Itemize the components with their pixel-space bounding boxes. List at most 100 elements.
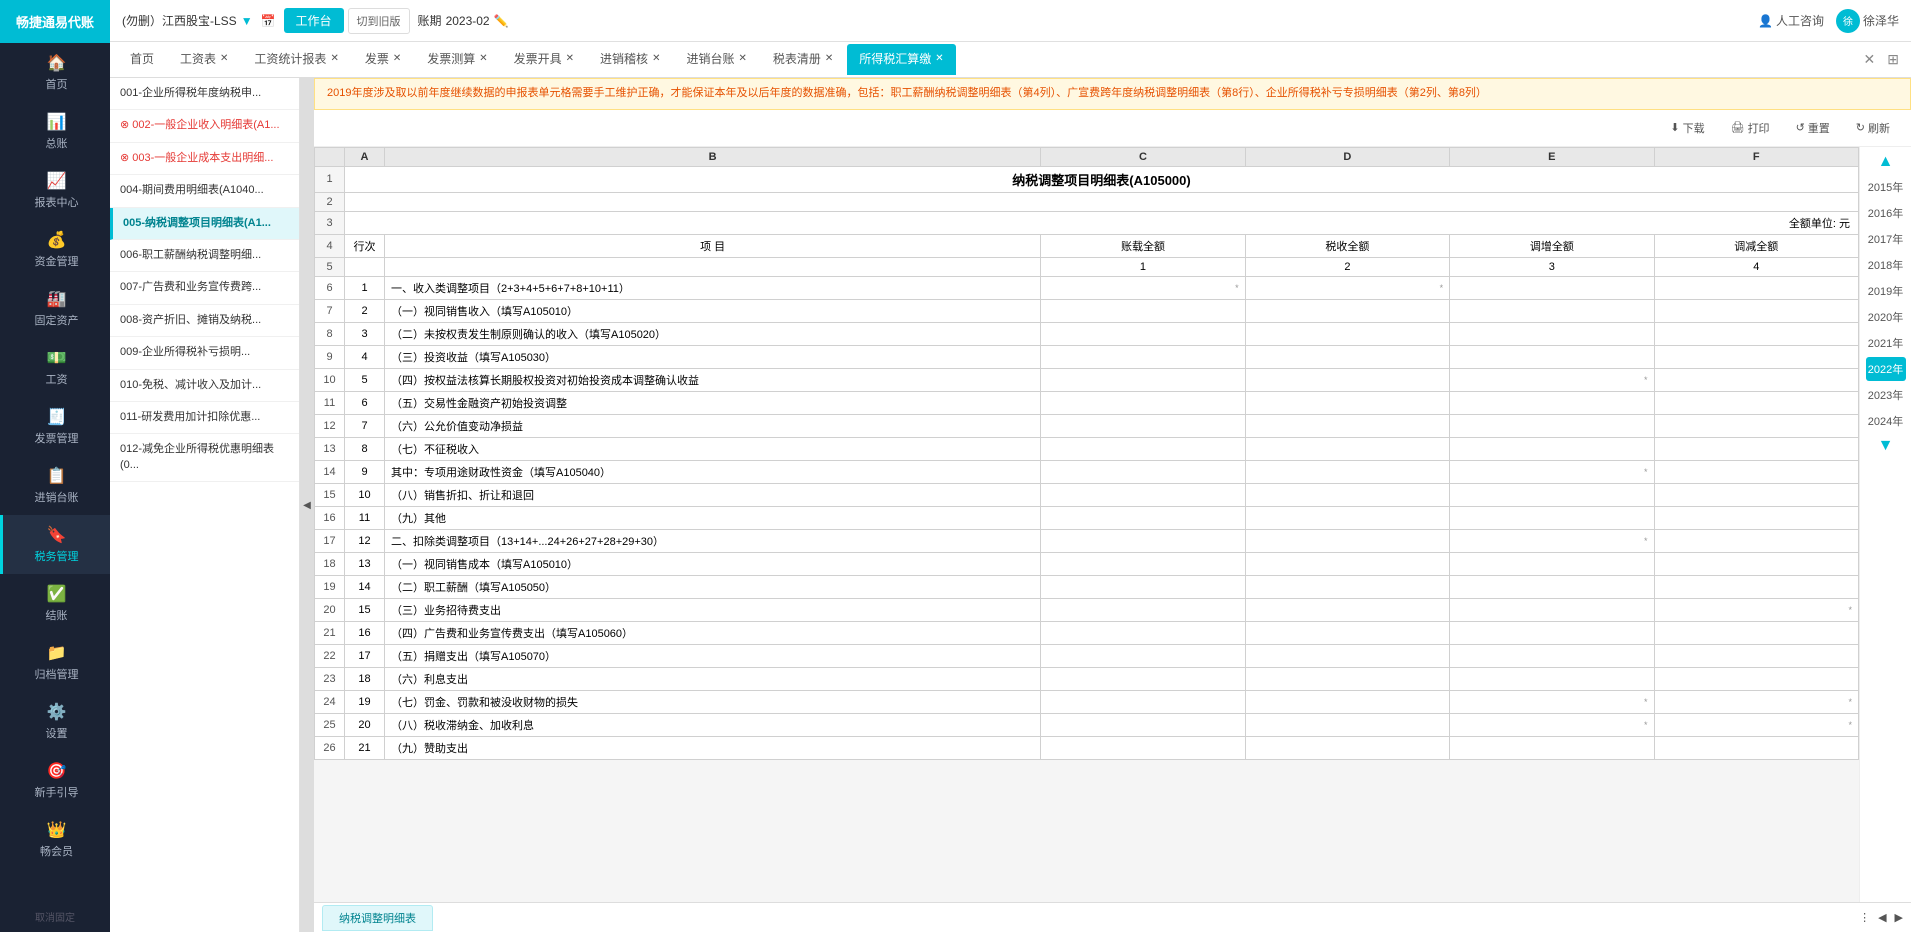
row-v2[interactable] — [1245, 391, 1449, 414]
year-btn-2024年[interactable]: 2024年 — [1866, 409, 1906, 433]
year-btn-2022年[interactable]: 2022年 — [1866, 357, 1906, 381]
row-v4[interactable] — [1654, 529, 1858, 552]
year-btn-2015年[interactable]: 2015年 — [1866, 175, 1906, 199]
row-v1[interactable] — [1041, 299, 1245, 322]
year-btn-2016年[interactable]: 2016年 — [1866, 201, 1906, 225]
row-v3[interactable]: * — [1450, 368, 1654, 391]
row-v3[interactable] — [1450, 667, 1654, 690]
row-v4[interactable] — [1654, 345, 1858, 368]
row-v3[interactable] — [1450, 299, 1654, 322]
left-panel-item-011[interactable]: 011-研发费用加计扣除优惠... — [110, 402, 299, 434]
sidebar-item-settlement[interactable]: ✅结账 — [0, 574, 110, 633]
row-v4[interactable] — [1654, 391, 1858, 414]
row-v3[interactable] — [1450, 345, 1654, 368]
left-panel-item-004[interactable]: 004-期间费用明细表(A1040... — [110, 175, 299, 207]
sidebar-item-ledger[interactable]: 📊总账 — [0, 102, 110, 161]
row-v1[interactable] — [1041, 575, 1245, 598]
row-v1[interactable] — [1041, 506, 1245, 529]
row-v4[interactable] — [1654, 414, 1858, 437]
row-v3[interactable] — [1450, 575, 1654, 598]
row-v3[interactable] — [1450, 483, 1654, 506]
row-v2[interactable] — [1245, 437, 1449, 460]
app-logo[interactable]: 畅捷通易代账 — [0, 0, 110, 43]
year-nav-up[interactable]: ▲ — [1876, 151, 1896, 173]
row-v3[interactable] — [1450, 644, 1654, 667]
sidebar-item-salary[interactable]: 💵工资 — [0, 338, 110, 397]
row-v3[interactable] — [1450, 506, 1654, 529]
sidebar-item-vip[interactable]: 👑畅会员 — [0, 810, 110, 869]
row-v4[interactable] — [1654, 460, 1858, 483]
row-v3[interactable] — [1450, 437, 1654, 460]
sidebar-footer[interactable]: 取消固定 — [0, 901, 110, 932]
row-v4[interactable] — [1654, 736, 1858, 759]
sidebar-item-settings[interactable]: ⚙️设置 — [0, 692, 110, 751]
row-v2[interactable] — [1245, 552, 1449, 575]
sidebar-item-tax[interactable]: 🔖税务管理 — [0, 515, 110, 574]
tab-4[interactable]: 发票测算✕ — [415, 44, 499, 75]
sheet-tab-button[interactable]: 纳税调整明细表 — [322, 905, 433, 931]
download-button[interactable]: ⬇ 下载 — [1661, 116, 1713, 140]
row-v2[interactable] — [1245, 414, 1449, 437]
row-v2[interactable] — [1245, 529, 1449, 552]
year-btn-2023年[interactable]: 2023年 — [1866, 383, 1906, 407]
row-v2[interactable] — [1245, 460, 1449, 483]
scroll-left-icon[interactable]: ◀ — [1878, 911, 1886, 924]
row-v1[interactable] — [1041, 598, 1245, 621]
row-v4[interactable] — [1654, 621, 1858, 644]
sidebar-item-home[interactable]: 🏠首页 — [0, 43, 110, 102]
left-panel-item-001[interactable]: 001-企业所得税年度纳税申... — [110, 78, 299, 110]
tab-1[interactable]: 工资表✕ — [168, 44, 240, 75]
tab-7[interactable]: 进销台账✕ — [674, 44, 758, 75]
row-v2[interactable] — [1245, 575, 1449, 598]
row-v3[interactable]: * — [1450, 713, 1654, 736]
row-v1[interactable]: * — [1041, 276, 1245, 299]
tab-close-icon[interactable]: ✕ — [652, 53, 660, 64]
left-panel-item-003[interactable]: ⊗003-一般企业成本支出明细... — [110, 143, 299, 175]
row-v1[interactable] — [1041, 368, 1245, 391]
tab-close-icon[interactable]: ✕ — [566, 53, 574, 64]
period-edit-icon[interactable]: ✏️ — [494, 14, 509, 28]
expand-tab-button[interactable]: ⊞ — [1883, 49, 1903, 70]
row-v2[interactable] — [1245, 644, 1449, 667]
row-v1[interactable] — [1041, 391, 1245, 414]
row-v2[interactable] — [1245, 598, 1449, 621]
collapse-button[interactable]: ◀ — [300, 78, 314, 932]
row-v2[interactable] — [1245, 621, 1449, 644]
row-v3[interactable] — [1450, 598, 1654, 621]
row-v1[interactable] — [1041, 713, 1245, 736]
row-v3[interactable] — [1450, 621, 1654, 644]
row-v4[interactable] — [1654, 667, 1858, 690]
user-service[interactable]: 👤 人工咨询 — [1758, 12, 1824, 29]
row-v4[interactable]: * — [1654, 598, 1858, 621]
row-v2[interactable] — [1245, 299, 1449, 322]
row-v4[interactable] — [1654, 276, 1858, 299]
row-v4[interactable] — [1654, 506, 1858, 529]
sidebar-item-guide[interactable]: 🎯新手引导 — [0, 751, 110, 810]
row-v3[interactable]: * — [1450, 460, 1654, 483]
company-dropdown-icon[interactable]: ▼ — [241, 14, 253, 28]
row-v2[interactable] — [1245, 506, 1449, 529]
tab-close-icon[interactable]: ✕ — [935, 53, 943, 64]
row-v4[interactable] — [1654, 437, 1858, 460]
tab-2[interactable]: 工资统计报表✕ — [242, 44, 350, 75]
row-v4[interactable] — [1654, 552, 1858, 575]
row-v1[interactable] — [1041, 552, 1245, 575]
scroll-right-icon[interactable]: ▶ — [1895, 911, 1903, 924]
row-v1[interactable] — [1041, 667, 1245, 690]
row-v4[interactable]: * — [1654, 690, 1858, 713]
tab-0[interactable]: 首页 — [118, 44, 166, 75]
left-panel-item-006[interactable]: 006-职工薪酬纳税调整明细... — [110, 240, 299, 272]
sidebar-item-archive[interactable]: 📁归档管理 — [0, 633, 110, 692]
row-v3[interactable] — [1450, 322, 1654, 345]
sidebar-item-fixed[interactable]: 🏭固定资产 — [0, 279, 110, 338]
tab-5[interactable]: 发票开具✕ — [502, 44, 586, 75]
tab-9[interactable]: 所得税汇算缴✕ — [847, 44, 955, 75]
row-v4[interactable]: * — [1654, 713, 1858, 736]
row-v2[interactable] — [1245, 713, 1449, 736]
sidebar-item-report[interactable]: 📈报表中心 — [0, 161, 110, 220]
row-v1[interactable] — [1041, 322, 1245, 345]
row-v2[interactable] — [1245, 736, 1449, 759]
row-v2[interactable] — [1245, 667, 1449, 690]
row-v4[interactable] — [1654, 644, 1858, 667]
row-v2[interactable] — [1245, 368, 1449, 391]
